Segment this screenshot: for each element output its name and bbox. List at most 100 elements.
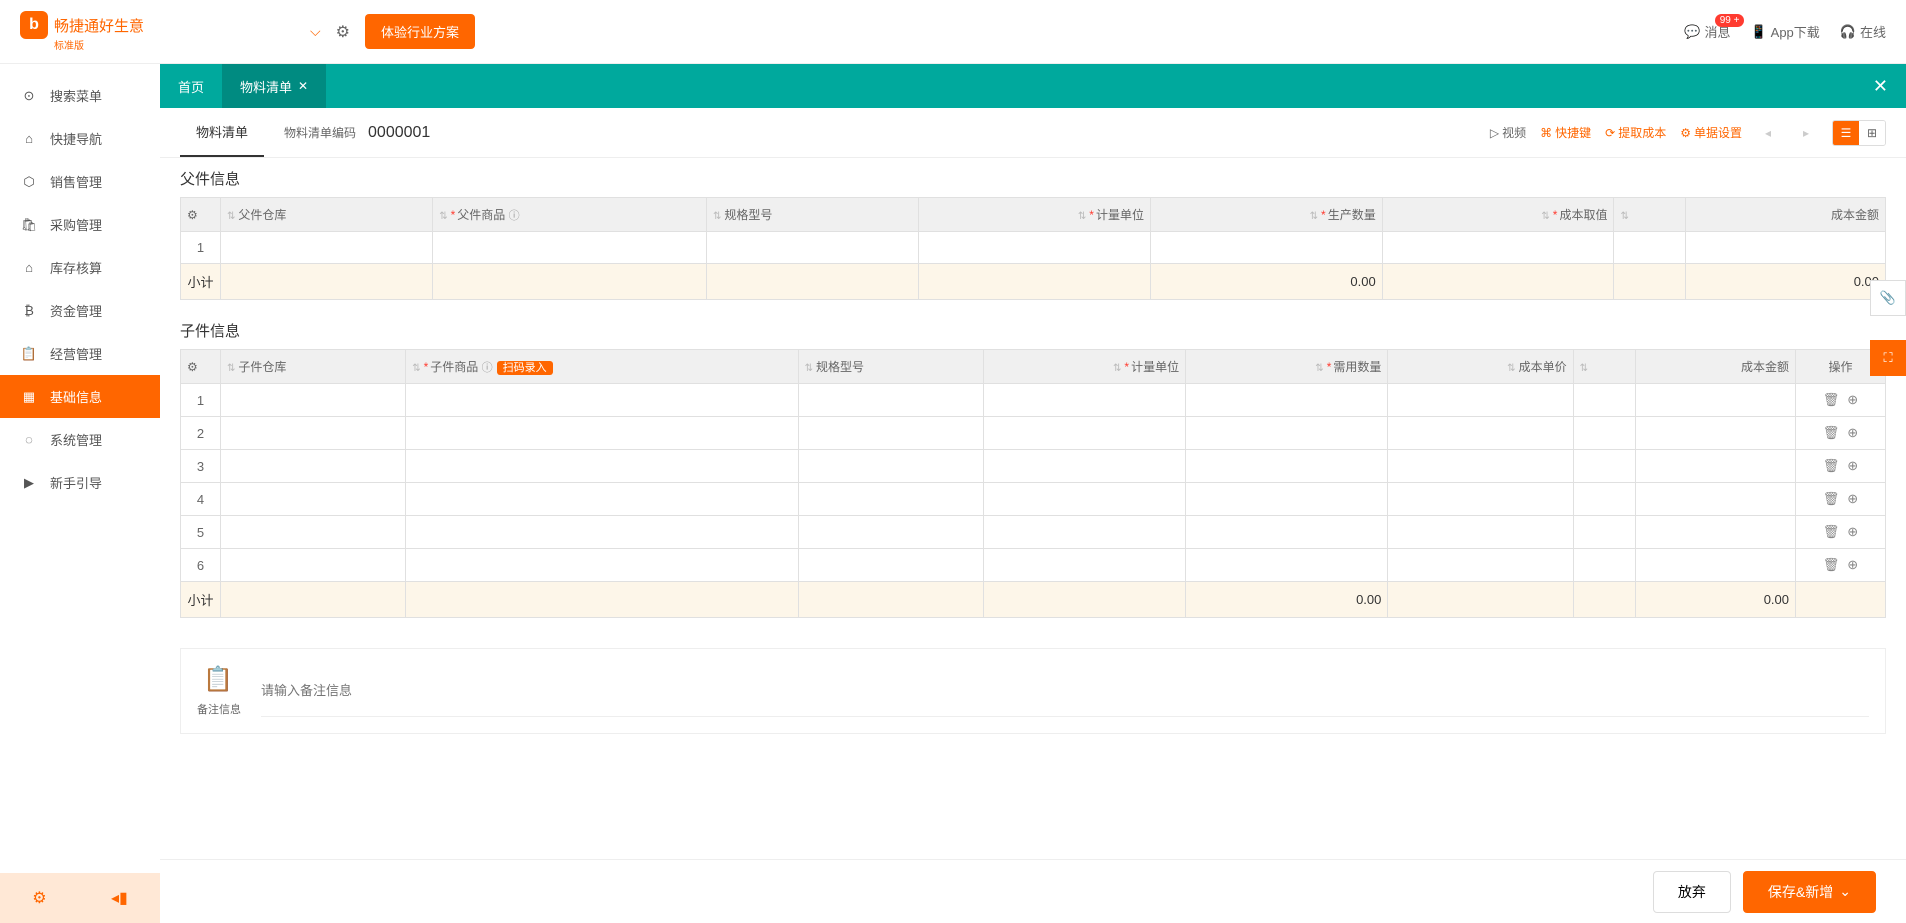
info-icon[interactable]: ⓘ [509,210,520,222]
table-row[interactable]: 5 🗑 ⊕ [181,516,1886,549]
save-new-button[interactable]: 保存&新增 ⌄ [1743,871,1876,913]
messages-button[interactable]: 💬 消息 99 + [1684,22,1730,41]
row-number: 5 [181,516,221,549]
bom-code-value: 0000001 [368,124,430,142]
page-actions: ▷视频 ⌘快捷键 ⟳提取成本 ⚙单据设置 ◂ ▸ ☰ ⊞ [1490,120,1886,146]
add-row-icon[interactable]: ⊕ [1847,524,1858,539]
shortcut-button[interactable]: ⌘快捷键 [1540,124,1591,141]
sidebar-item-purchase[interactable]: 🛍采购管理 [0,203,160,246]
close-icon[interactable]: ✕ [298,79,308,93]
child-unitcost-header[interactable]: ⇅成本单价 [1388,350,1573,384]
add-row-icon[interactable]: ⊕ [1847,557,1858,572]
page-tab-bom[interactable]: 物料清单 [180,108,264,157]
settings-icon[interactable]: ⚙ [32,888,46,908]
delete-icon[interactable]: 🗑 [1823,458,1840,473]
scan-input-badge[interactable]: 扫码录入 [497,361,553,375]
sidebar-item-search[interactable]: ⊙搜索菜单 [0,74,160,117]
sidebar-footer: ⚙ ◂▮ [0,873,160,923]
list-view-button[interactable]: ☰ [1833,121,1859,145]
app-download-button[interactable]: 📱 App下载 [1750,22,1819,41]
tab-home[interactable]: 首页 [160,64,222,108]
table-row[interactable]: 6🗑⊕ [181,549,1886,582]
parent-table: ⚙ ⇅父件仓库 ⇅*父件商品 ⓘ ⇅规格型号 ⇅*计量单位 ⇅*生产数量 ⇅*成… [180,197,1886,300]
app-edition: 标准版 [54,37,160,52]
add-row-icon[interactable]: ⊕ [1847,491,1858,506]
page-content: 物料清单 物料清单编码 0000001 ▷视频 ⌘快捷键 ⟳提取成本 ⚙单据设置… [160,108,1906,923]
logo-icon: b [20,11,48,39]
parent-blank-header[interactable]: ⇅ [1614,198,1686,232]
extract-icon: ⟳ [1605,126,1615,140]
sidebar-item-inventory[interactable]: ⌂库存核算 [0,246,160,289]
parent-qty-header[interactable]: ⇅*生产数量 [1150,198,1382,232]
expand-icon: ⛶ [1883,350,1892,366]
video-button[interactable]: ▷视频 [1490,124,1526,141]
sidebar-item-funds[interactable]: ₿资金管理 [0,289,160,332]
parent-costamount-header[interactable]: 成本金额 [1686,198,1886,232]
gear-icon: ⚙ [1680,126,1691,140]
sidebar-item-operations[interactable]: 📋经营管理 [0,332,160,375]
info-icon[interactable]: ⓘ [482,362,493,374]
delete-icon[interactable]: 🗑 [1823,491,1840,506]
row-number: 2 [181,417,221,450]
delete-icon[interactable]: 🗑 [1823,425,1840,440]
sort-icon: ⇅ [1620,213,1628,221]
message-badge: 99 + [1715,14,1745,27]
child-warehouse-header[interactable]: ⇅子件仓库 [221,350,406,384]
sidebar-item-system[interactable]: ◌系统管理 [0,418,160,461]
extract-cost-button[interactable]: ⟳提取成本 [1605,124,1666,141]
logo-area: b 畅捷通好生意 标准版 [20,11,160,52]
settings-gear-icon[interactable]: ⚙ [336,22,350,42]
parent-unit-header[interactable]: ⇅*计量单位 [919,198,1151,232]
add-row-icon[interactable]: ⊕ [1847,425,1858,440]
tab-bom[interactable]: 物料清单 ✕ [222,64,326,108]
table-row[interactable]: 3🗑⊕ [181,450,1886,483]
table-row[interactable]: 4 🗑 ⊕ [181,483,1886,516]
child-spec-header[interactable]: ⇅规格型号 [798,350,983,384]
prev-button[interactable]: ◂ [1756,121,1780,145]
next-button[interactable]: ▸ [1794,121,1818,145]
online-support-button[interactable]: 🎧 在线 [1840,22,1886,41]
child-title: 子件信息 [180,320,1886,341]
sort-icon: ⇅ [1310,213,1318,221]
card-view-button[interactable]: ⊞ [1859,121,1885,145]
table-row[interactable]: 2 🗑 ⊕ [181,417,1886,450]
discard-button[interactable]: 放弃 [1653,871,1731,913]
attachment-widget[interactable]: 📎 [1870,280,1906,316]
delete-icon[interactable]: 🗑 [1823,524,1840,539]
child-qty-header[interactable]: ⇅*需用数量 [1186,350,1388,384]
parent-warehouse-header[interactable]: ⇅父件仓库 [221,198,433,232]
doc-settings-button[interactable]: ⚙单据设置 [1680,124,1742,141]
sort-icon: ⇅ [805,365,813,373]
add-row-icon[interactable]: ⊕ [1847,392,1858,407]
fullscreen-widget[interactable]: ⛶ [1870,340,1906,376]
note-icon: 📋 [203,665,235,697]
industry-plan-button[interactable]: 体验行业方案 [365,14,475,49]
child-gear-header[interactable]: ⚙ [181,350,221,384]
delete-icon[interactable]: 🗑 [1823,392,1840,407]
child-product-header[interactable]: ⇅*子件商品 ⓘ扫码录入 [406,350,798,384]
phone-icon: 📱 [1750,24,1766,40]
sidebar-item-sales[interactable]: ⬡销售管理 [0,160,160,203]
sidebar-item-quicknav[interactable]: ⌂快捷导航 [0,117,160,160]
company-selector[interactable]: ⌵ [190,23,321,40]
row-number: 4 [181,483,221,516]
parent-gear-header[interactable]: ⚙ [181,198,221,232]
delete-icon[interactable]: 🗑 [1823,557,1840,572]
parent-product-header[interactable]: ⇅*父件商品 ⓘ [433,198,707,232]
parent-costmethod-header[interactable]: ⇅*成本取值 [1382,198,1614,232]
sort-icon: ⇅ [713,213,721,221]
child-costamount-header[interactable]: 成本金额 [1636,350,1796,384]
footer-bar: 放弃 保存&新增 ⌄ [160,859,1906,923]
close-all-tabs-icon[interactable]: ✕ [1865,72,1896,101]
child-blank-header[interactable]: ⇅ [1573,350,1635,384]
parent-spec-header[interactable]: ⇅规格型号 [707,198,919,232]
child-unit-header[interactable]: ⇅*计量单位 [983,350,1185,384]
table-row[interactable]: 1🗑⊕ [181,384,1886,417]
sidebar-item-guide[interactable]: ▶新手引导 [0,461,160,504]
table-row[interactable]: 1 [181,232,1886,264]
remark-input[interactable] [261,665,1869,717]
collapse-icon[interactable]: ◂▮ [111,888,128,908]
sidebar-item-basedata[interactable]: ▦基础信息 [0,375,160,418]
chevron-down-icon: ⌄ [1839,883,1851,900]
add-row-icon[interactable]: ⊕ [1847,458,1858,473]
